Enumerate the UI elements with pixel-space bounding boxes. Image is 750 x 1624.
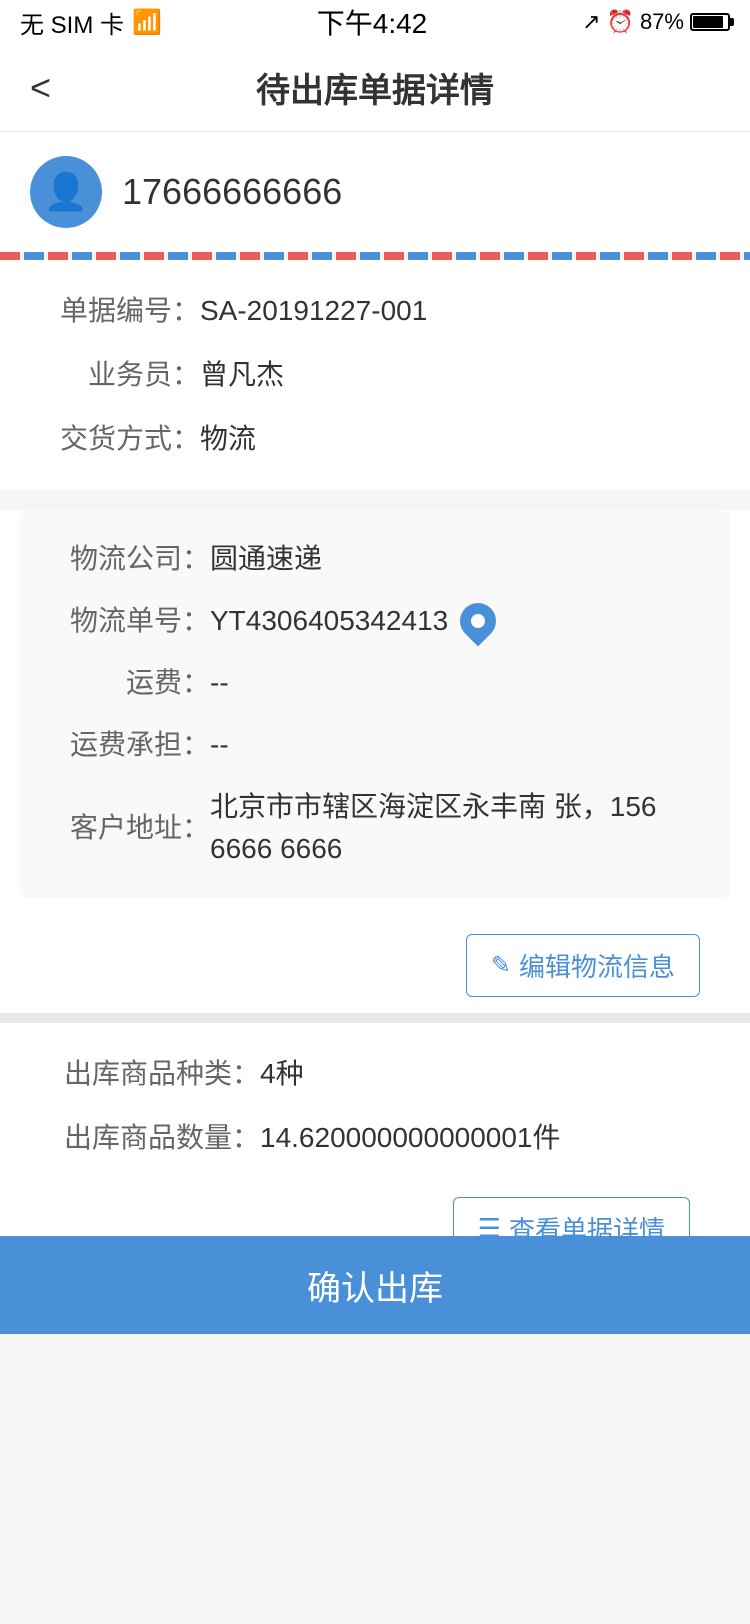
address-label: 客户地址： <box>50 807 210 849</box>
edit-icon: ✎ <box>491 951 511 980</box>
tracking-value: YT4306405342413 <box>210 600 700 642</box>
nav-bar: < 待出库单据详情 <box>0 44 750 132</box>
battery-icon <box>690 13 730 31</box>
carrier-text: 无 SIM 卡 <box>20 5 124 40</box>
freight-bear-row: 运费承担： -- <box>50 724 700 766</box>
delivery-method-value: 物流 <box>200 418 720 460</box>
freight-row: 运费： -- <box>50 662 700 704</box>
logistics-company-value: 圆通速递 <box>210 538 700 580</box>
battery-text: 87% <box>640 9 684 35</box>
status-time: 下午4:42 <box>317 2 428 42</box>
status-left: 无 SIM 卡 📶 <box>20 5 162 40</box>
address-row: 客户地址： 北京市市辖区海淀区永丰南 张，156 6666 6666 <box>50 786 700 870</box>
logistics-section: 物流公司： 圆通速递 物流单号： YT4306405342413 运费： -- … <box>0 510 750 1013</box>
dashed-divider <box>0 252 750 260</box>
sales-person-row: 业务员： 曾凡杰 <box>30 354 720 396</box>
freight-value: -- <box>210 662 700 704</box>
product-type-row: 出库商品种类： 4种 <box>30 1053 720 1095</box>
alarm-icon: ⏰ <box>607 9 634 35</box>
back-button[interactable]: < <box>30 67 51 109</box>
logistics-card: 物流公司： 圆通速递 物流单号： YT4306405342413 运费： -- … <box>20 510 730 898</box>
page-title: 待出库单据详情 <box>256 63 494 112</box>
freight-bear-label: 运费承担： <box>50 724 210 766</box>
location-icon: ↗ <box>582 9 600 35</box>
status-bar: 无 SIM 卡 📶 下午4:42 ↗ ⏰ 87% <box>0 0 750 44</box>
confirm-label: 确认出库 <box>307 1261 443 1310</box>
address-value: 北京市市辖区海淀区永丰南 张，156 6666 6666 <box>210 786 700 870</box>
avatar: 👤 <box>30 156 102 228</box>
product-type-value: 4种 <box>260 1053 720 1095</box>
confirm-button[interactable]: 确认出库 <box>0 1236 750 1334</box>
document-no-value: SA-20191227-001 <box>200 290 720 332</box>
separator <box>0 1013 750 1023</box>
user-header: 👤 17666666666 <box>0 132 750 252</box>
location-pin-icon <box>453 596 504 647</box>
tracking-row: 物流单号： YT4306405342413 <box>50 600 700 642</box>
wifi-icon: 📶 <box>132 8 162 37</box>
sales-person-value: 曾凡杰 <box>200 354 720 396</box>
product-quantity-value: 14.620000000000001件 <box>260 1117 720 1159</box>
sales-person-label: 业务员： <box>30 354 200 396</box>
logistics-company-row: 物流公司： 圆通速递 <box>50 538 700 580</box>
user-phone: 17666666666 <box>122 171 342 213</box>
freight-label: 运费： <box>50 662 210 704</box>
document-no-row: 单据编号： SA-20191227-001 <box>30 290 720 332</box>
avatar-icon: 👤 <box>44 171 89 213</box>
product-quantity-row: 出库商品数量： 14.620000000000001件 <box>30 1117 720 1159</box>
product-type-label: 出库商品种类： <box>30 1053 260 1095</box>
logistics-company-label: 物流公司： <box>50 538 210 580</box>
edit-logistics-label: 编辑物流信息 <box>519 947 675 984</box>
empty-area <box>0 1326 750 1526</box>
edit-logistics-button[interactable]: ✎ 编辑物流信息 <box>466 934 700 997</box>
edit-logistics-area: ✎ 编辑物流信息 <box>20 918 730 1013</box>
freight-bear-value: -- <box>210 724 700 766</box>
product-quantity-label: 出库商品数量： <box>30 1117 260 1159</box>
status-right: ↗ ⏰ 87% <box>582 9 730 35</box>
delivery-method-label: 交货方式： <box>30 418 200 460</box>
delivery-method-row: 交货方式： 物流 <box>30 418 720 460</box>
tracking-label: 物流单号： <box>50 600 210 642</box>
document-no-label: 单据编号： <box>30 290 200 332</box>
order-info-section: 单据编号： SA-20191227-001 业务员： 曾凡杰 交货方式： 物流 <box>0 260 750 490</box>
